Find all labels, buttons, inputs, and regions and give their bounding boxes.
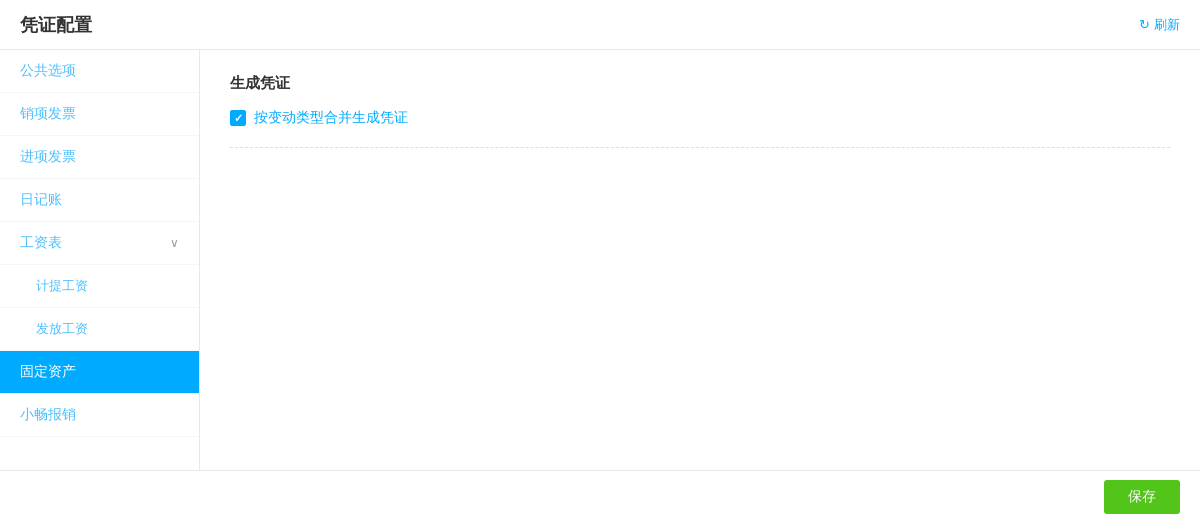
- sidebar: 公共选项 销项发票 进项发票 日记账 工资表 ∨ 计提工资 发放工资 固定资: [0, 50, 200, 470]
- sidebar-item-public-options[interactable]: 公共选项: [0, 50, 199, 93]
- sidebar-item-expense-reimbursement[interactable]: 小畅报销: [0, 394, 199, 437]
- sidebar-item-fixed-assets[interactable]: 固定资产: [0, 351, 199, 394]
- sidebar-item-label: 工资表: [20, 234, 62, 252]
- sidebar-item-sales-invoice[interactable]: 销项发票: [0, 93, 199, 136]
- refresh-icon: ↻: [1139, 17, 1150, 32]
- sidebar-item-accrual-payroll[interactable]: 计提工资: [0, 265, 199, 308]
- sidebar-item-journal[interactable]: 日记账: [0, 179, 199, 222]
- footer: 保存: [0, 470, 1200, 522]
- sidebar-item-label: 销项发票: [20, 105, 76, 123]
- sidebar-item-label: 日记账: [20, 191, 62, 209]
- section-title: 生成凭证: [230, 74, 1170, 93]
- section-divider: [230, 147, 1170, 148]
- main-content: 公共选项 销项发票 进项发票 日记账 工资表 ∨ 计提工资 发放工资 固定资: [0, 50, 1200, 470]
- merge-by-type-checkbox[interactable]: [230, 110, 246, 126]
- checkbox-row: 按变动类型合并生成凭证: [230, 109, 1170, 127]
- sidebar-item-payroll[interactable]: 工资表 ∨: [0, 222, 199, 265]
- refresh-button[interactable]: ↻ 刷新: [1139, 16, 1180, 34]
- refresh-label: 刷新: [1154, 16, 1180, 34]
- sidebar-item-label: 公共选项: [20, 62, 76, 80]
- sidebar-item-distribute-payroll[interactable]: 发放工资: [0, 308, 199, 351]
- sidebar-item-label: 发放工资: [36, 320, 88, 338]
- save-button[interactable]: 保存: [1104, 480, 1180, 514]
- content-area: 生成凭证 按变动类型合并生成凭证: [200, 50, 1200, 470]
- chevron-down-icon: ∨: [170, 236, 179, 250]
- sidebar-item-label: 小畅报销: [20, 406, 76, 424]
- sidebar-item-label: 计提工资: [36, 277, 88, 295]
- checkbox-label[interactable]: 按变动类型合并生成凭证: [254, 109, 408, 127]
- sidebar-item-purchase-invoice[interactable]: 进项发票: [0, 136, 199, 179]
- page-container: 凭证配置 ↻ 刷新 公共选项 销项发票 进项发票 日记账 工资表 ∨: [0, 0, 1200, 522]
- header: 凭证配置 ↻ 刷新: [0, 0, 1200, 50]
- sidebar-item-label: 固定资产: [20, 363, 76, 381]
- sidebar-item-label: 进项发票: [20, 148, 76, 166]
- page-title: 凭证配置: [20, 13, 92, 37]
